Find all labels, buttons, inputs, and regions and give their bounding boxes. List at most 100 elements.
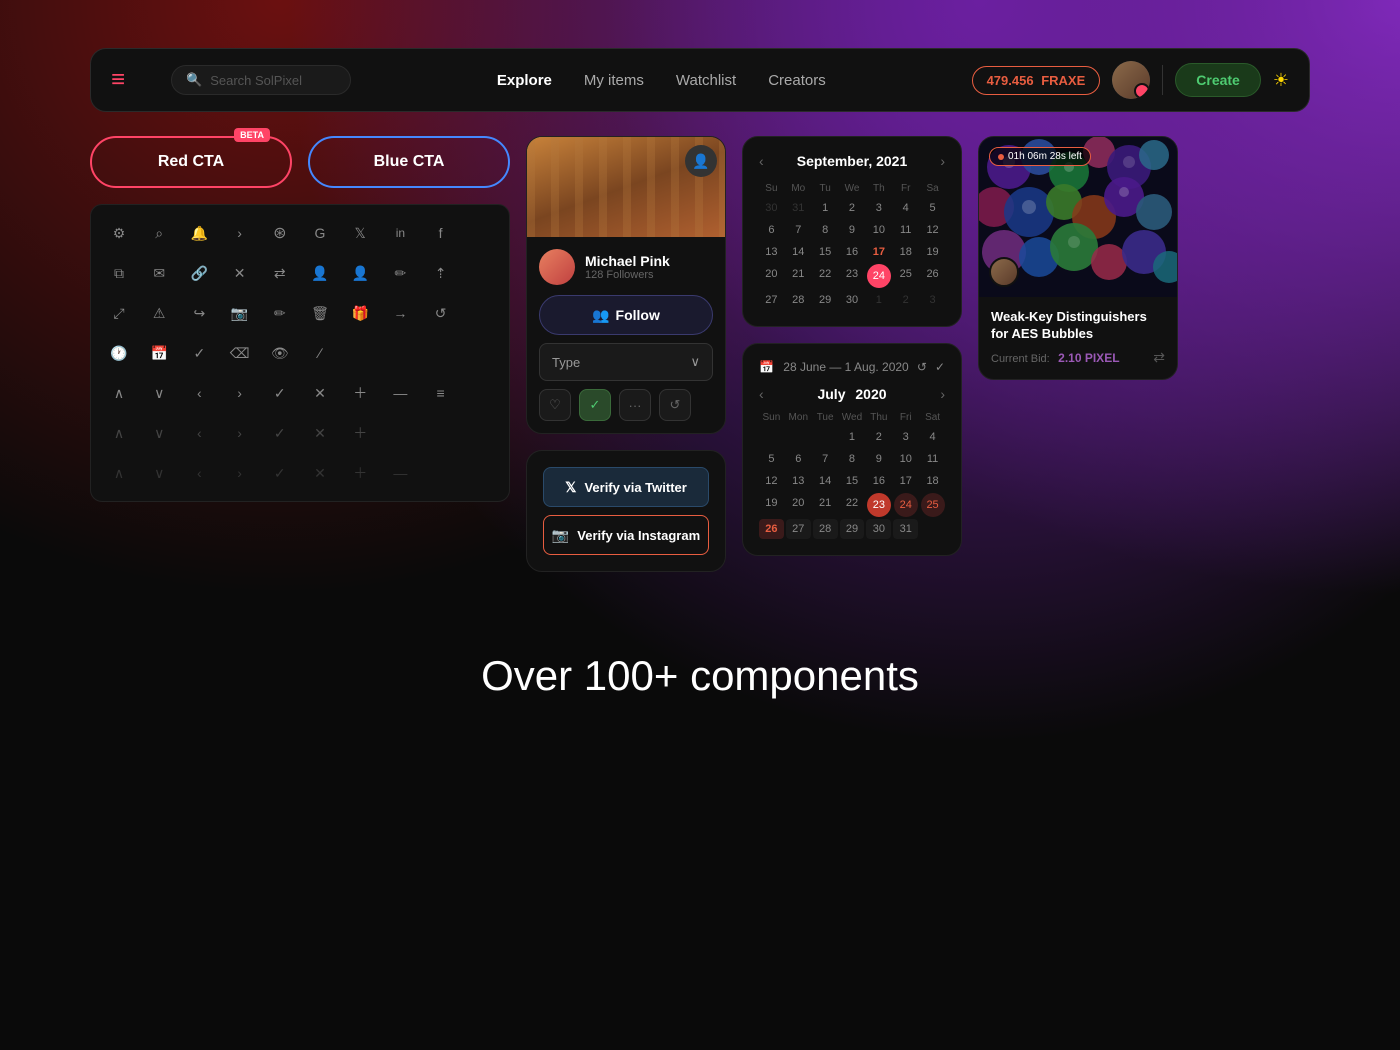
backspace-icon[interactable]: ⌫: [224, 337, 256, 369]
cal-day[interactable]: 2: [840, 198, 865, 218]
cal-day[interactable]: 22: [813, 264, 838, 288]
refresh-button[interactable]: ↺: [659, 389, 691, 421]
camera-icon[interactable]: 📷: [224, 297, 256, 329]
mail-icon[interactable]: ✉: [143, 257, 175, 289]
cal-day2[interactable]: 18: [920, 471, 945, 491]
copy-icon[interactable]: ⧉: [103, 257, 135, 289]
nav-myitems[interactable]: My items: [584, 72, 644, 89]
left-icon-3[interactable]: ‹: [183, 457, 215, 489]
cal-day[interactable]: 26: [920, 264, 945, 288]
up-icon-2[interactable]: ∧: [103, 417, 135, 449]
cal-day2[interactable]: 13: [786, 471, 811, 491]
theme-icon[interactable]: ☀: [1273, 70, 1289, 91]
check-button[interactable]: ✓: [579, 389, 611, 421]
balance-badge[interactable]: 479.456 FRAXE: [972, 66, 1101, 95]
eye-icon[interactable]: 👁: [264, 337, 296, 369]
cal-day[interactable]: 3: [920, 290, 945, 310]
redirect-icon[interactable]: ↪: [183, 297, 215, 329]
cal-day[interactable]: 31: [786, 198, 811, 218]
pencil-icon[interactable]: ✏: [264, 297, 296, 329]
cal-day[interactable]: 11: [893, 220, 918, 240]
cal-range-start[interactable]: 23: [867, 493, 891, 517]
cal-day[interactable]: 1: [866, 290, 891, 310]
plus-icon-3[interactable]: ＋: [344, 457, 376, 489]
upload-icon[interactable]: ⇡: [425, 257, 457, 289]
cal-range-mid1[interactable]: 24: [894, 493, 918, 517]
cal-day2[interactable]: 20: [786, 493, 811, 517]
filter-icon[interactable]: ⚙: [103, 217, 135, 249]
user-avatar[interactable]: [1112, 61, 1150, 99]
nav-watchlist[interactable]: Watchlist: [676, 72, 736, 89]
up-icon-3[interactable]: ∧: [103, 457, 135, 489]
right-icon-2[interactable]: ›: [224, 417, 256, 449]
cal-day[interactable]: 30: [759, 198, 784, 218]
cal-day[interactable]: 5: [920, 198, 945, 218]
chevron-left-icon[interactable]: ‹: [183, 377, 215, 409]
menu-icon[interactable]: ≡: [425, 377, 457, 409]
prev-month-button[interactable]: ‹: [759, 153, 764, 169]
nav-creators[interactable]: Creators: [768, 72, 826, 89]
red-cta-button[interactable]: BETA Red CTA: [90, 136, 292, 188]
down-icon-3[interactable]: ∨: [143, 457, 175, 489]
cal-day2[interactable]: 15: [840, 471, 865, 491]
cal-day2[interactable]: 1: [840, 427, 865, 447]
search-icon[interactable]: ⌕: [143, 217, 175, 249]
cal-day[interactable]: 14: [786, 242, 811, 262]
cal-day[interactable]: 3: [866, 198, 891, 218]
cal-day2[interactable]: 16: [866, 471, 891, 491]
cal-day[interactable]: 30: [840, 290, 865, 310]
chevron-right2-icon[interactable]: ›: [224, 377, 256, 409]
cal-day[interactable]: 6: [759, 220, 784, 240]
minus-icon[interactable]: —: [384, 377, 416, 409]
cal-day2[interactable]: 7: [813, 449, 838, 469]
refresh-icon[interactable]: ↺: [425, 297, 457, 329]
share-icon[interactable]: ⇄: [264, 257, 296, 289]
heart-button[interactable]: ♡: [539, 389, 571, 421]
gift-icon[interactable]: 🎁: [344, 297, 376, 329]
trash-icon[interactable]: 🗑: [304, 297, 336, 329]
x-icon-3[interactable]: ✕: [304, 457, 336, 489]
cal-day2[interactable]: 4: [920, 427, 945, 447]
cal-day[interactable]: 8: [813, 220, 838, 240]
cal-day[interactable]: 16: [840, 242, 865, 262]
blue-cta-button[interactable]: Blue CTA: [308, 136, 510, 188]
add-user-icon[interactable]: 👤: [304, 257, 336, 289]
confirm-icon[interactable]: ✓: [935, 360, 945, 374]
check-icon[interactable]: ✓: [183, 337, 215, 369]
cal-day[interactable]: 10: [866, 220, 891, 240]
cal-day2[interactable]: 11: [920, 449, 945, 469]
slash-icon[interactable]: ∕: [304, 337, 336, 369]
cal-day2[interactable]: 14: [813, 471, 838, 491]
cal-day2[interactable]: 27: [786, 519, 811, 539]
check-icon-2[interactable]: ✓: [264, 417, 296, 449]
cal-day2[interactable]: 29: [840, 519, 865, 539]
create-button[interactable]: Create: [1175, 63, 1261, 97]
warning-icon[interactable]: ⚠: [143, 297, 175, 329]
check-icon-3[interactable]: ✓: [264, 457, 296, 489]
right-icon-3[interactable]: ›: [224, 457, 256, 489]
cal-day[interactable]: 18: [893, 242, 918, 262]
cal-day[interactable]: 15: [813, 242, 838, 262]
cal-day2[interactable]: 12: [759, 471, 784, 491]
follow-button[interactable]: 👥 Follow: [539, 295, 713, 335]
arrow-right-icon[interactable]: →: [384, 297, 416, 329]
cal-day2[interactable]: [920, 519, 945, 539]
plus-icon-2[interactable]: ＋: [344, 417, 376, 449]
cal-day2[interactable]: 5: [759, 449, 784, 469]
search-bar[interactable]: 🔍 Search SolPixel: [171, 65, 351, 95]
clock-icon[interactable]: 🕐: [103, 337, 135, 369]
cal-day2[interactable]: 10: [893, 449, 918, 469]
cal-day[interactable]: 9: [840, 220, 865, 240]
external-link-icon[interactable]: ⤢: [103, 297, 135, 329]
bell-icon[interactable]: 🔔: [183, 217, 215, 249]
cal-day[interactable]: 2: [893, 290, 918, 310]
calendar-icon[interactable]: 📅: [143, 337, 175, 369]
link-icon[interactable]: 🔗: [183, 257, 215, 289]
checkmark-icon[interactable]: ✓: [264, 377, 296, 409]
chevron-down-icon[interactable]: ∨: [143, 377, 175, 409]
cal-day2[interactable]: 22: [840, 493, 865, 517]
down-icon-2[interactable]: ∨: [143, 417, 175, 449]
cal-day[interactable]: 12: [920, 220, 945, 240]
cal-day[interactable]: 4: [893, 198, 918, 218]
next-month-button[interactable]: ›: [940, 153, 945, 169]
